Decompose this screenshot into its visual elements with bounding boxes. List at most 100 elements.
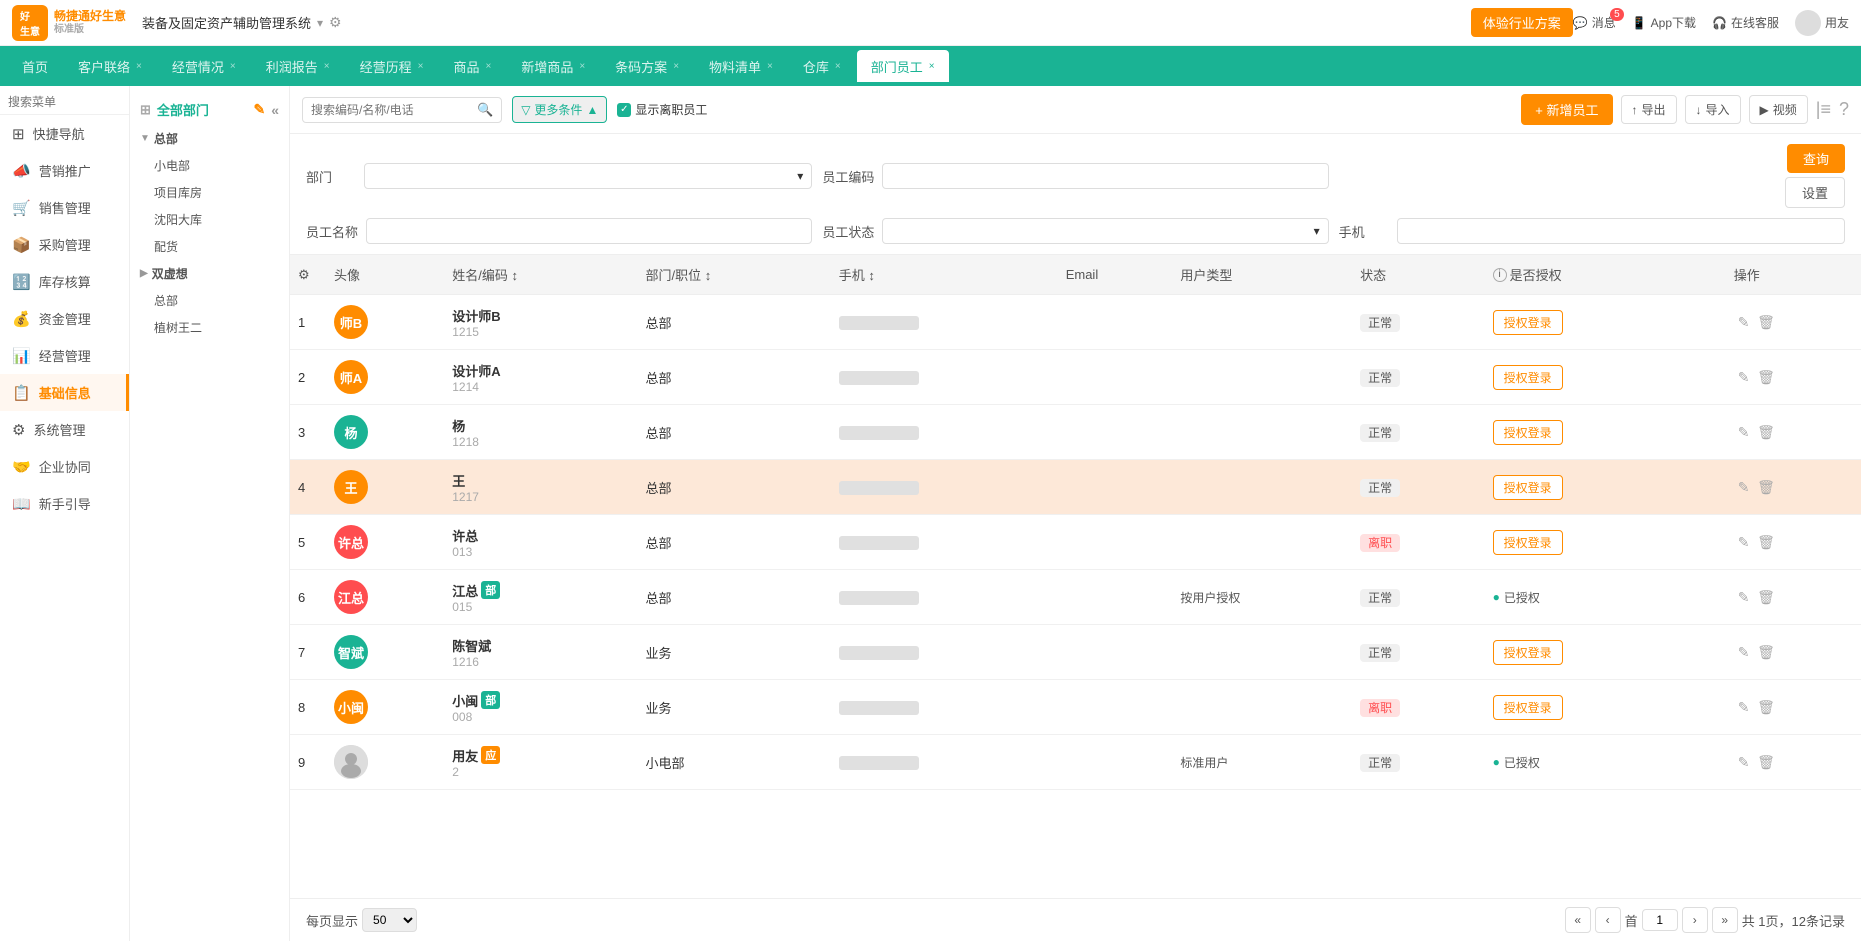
col-settings[interactable]: ⚙ — [290, 255, 326, 295]
auth-button[interactable]: 授权登录 — [1493, 365, 1563, 390]
sidebar-item-operations[interactable]: 📊经营管理 — [0, 337, 129, 374]
delete-button[interactable]: 🗑 — [1757, 534, 1775, 550]
export-button[interactable]: ↑ 导出 — [1621, 95, 1677, 124]
prev-page-button[interactable]: ‹ — [1595, 907, 1621, 933]
edit-button[interactable]: ✎ — [1738, 644, 1750, 660]
dept-edit-icon[interactable]: ✎ — [253, 101, 265, 118]
page-number-input[interactable] — [1642, 909, 1678, 931]
all-dept-label[interactable]: 全部部门 — [157, 100, 248, 119]
tab-close-icon[interactable]: × — [767, 61, 773, 72]
nav-tab-条码方案[interactable]: 条码方案× — [601, 50, 693, 82]
auth-button[interactable]: 授权登录 — [1493, 530, 1563, 555]
nav-tab-首页[interactable]: 首页 — [8, 50, 62, 82]
dept-node-peihuo[interactable]: 配货 — [130, 233, 289, 260]
empname-filter-input[interactable] — [366, 218, 812, 244]
gear-icon[interactable]: ⚙ — [329, 14, 342, 31]
edit-button[interactable]: ✎ — [1738, 424, 1750, 440]
dept-node-shenyang[interactable]: 沈阳大库 — [130, 206, 289, 233]
tab-close-icon[interactable]: × — [324, 61, 330, 72]
nav-tab-利润报告[interactable]: 利润报告× — [252, 50, 344, 82]
sidebar-item-purchase[interactable]: 📦采购管理 — [0, 226, 129, 263]
setting-button[interactable]: 设置 — [1785, 177, 1845, 208]
user-item[interactable]: 用友 — [1795, 10, 1849, 36]
import-button[interactable]: ↓ 导入 — [1685, 95, 1741, 124]
page-size-select[interactable]: 50 100 200 — [362, 908, 417, 932]
delete-button[interactable]: 🗑 — [1757, 754, 1775, 770]
delete-button[interactable]: 🗑 — [1757, 699, 1775, 715]
edit-button[interactable]: ✎ — [1738, 754, 1750, 770]
tab-close-icon[interactable]: × — [485, 61, 491, 72]
dropdown-arrow-icon[interactable]: ▾ — [317, 16, 323, 30]
nav-tab-经营历程[interactable]: 经营历程× — [346, 50, 438, 82]
auth-button[interactable]: 授权登录 — [1493, 310, 1563, 335]
sidebar-search-input[interactable] — [8, 95, 130, 109]
edit-button[interactable]: ✎ — [1738, 699, 1750, 715]
sidebar-item-marketing[interactable]: 📣营销推广 — [0, 152, 129, 189]
sidebar-item-guide[interactable]: 📖新手引导 — [0, 485, 129, 522]
nav-tab-商品[interactable]: 商品× — [439, 50, 505, 82]
nav-tab-经营情况[interactable]: 经营情况× — [158, 50, 250, 82]
col-phone[interactable]: 手机 ↕ — [831, 255, 1058, 295]
dept-filter-select[interactable]: ▾ — [364, 163, 812, 189]
auth-button[interactable]: 授权登录 — [1493, 640, 1563, 665]
search-input[interactable] — [311, 103, 471, 117]
edit-button[interactable]: ✎ — [1738, 369, 1750, 385]
first-page-button[interactable]: « — [1565, 907, 1591, 933]
dept-node-zhishu[interactable]: 植树王二 — [130, 314, 289, 341]
column-settings-icon[interactable]: |≡ — [1816, 99, 1831, 120]
delete-button[interactable]: 🗑 — [1757, 479, 1775, 495]
dept-collapse-icon[interactable]: « — [271, 102, 279, 118]
nav-tab-物料清单[interactable]: 物料清单× — [695, 50, 787, 82]
next-page-button[interactable]: › — [1682, 907, 1708, 933]
empcode-filter-input[interactable] — [882, 163, 1328, 189]
sidebar-item-inventory[interactable]: 🔢库存核算 — [0, 263, 129, 300]
delete-button[interactable]: 🗑 — [1757, 424, 1775, 440]
experience-button[interactable]: 体验行业方案 — [1471, 8, 1573, 37]
app-download-item[interactable]: 📱 App下载 — [1632, 14, 1696, 31]
more-conditions-button[interactable]: ▽ 更多条件 ▲ — [512, 96, 607, 123]
message-item[interactable]: 💬 消息 5 — [1573, 14, 1616, 31]
sidebar-item-basic[interactable]: 📋基础信息 — [0, 374, 129, 411]
dept-node-xiaodianbu[interactable]: 小电部 — [130, 152, 289, 179]
auth-button[interactable]: 授权登录 — [1493, 475, 1563, 500]
edit-button[interactable]: ✎ — [1738, 314, 1750, 330]
sidebar-item-system[interactable]: ⚙系统管理 — [0, 411, 129, 448]
tab-close-icon[interactable]: × — [418, 61, 424, 72]
sidebar-item-sales[interactable]: 🛒销售管理 — [0, 189, 129, 226]
auth-button[interactable]: 授权登录 — [1493, 695, 1563, 720]
delete-button[interactable]: 🗑 — [1757, 644, 1775, 660]
dept-node-shuangxuxiang[interactable]: ▶ 双虚想 — [130, 260, 289, 287]
auth-button[interactable]: 授权登录 — [1493, 420, 1563, 445]
nav-tab-客户联络[interactable]: 客户联络× — [64, 50, 156, 82]
tab-close-icon[interactable]: × — [579, 61, 585, 72]
tab-close-icon[interactable]: × — [230, 61, 236, 72]
last-page-button[interactable]: » — [1712, 907, 1738, 933]
edit-button[interactable]: ✎ — [1738, 589, 1750, 605]
edit-button[interactable]: ✎ — [1738, 479, 1750, 495]
show-resigned-toggle[interactable]: ✓ 显示离职员工 — [617, 101, 707, 118]
tab-close-icon[interactable]: × — [929, 61, 935, 72]
nav-tab-仓库[interactable]: 仓库× — [789, 50, 855, 82]
tab-close-icon[interactable]: × — [835, 61, 841, 72]
nav-tab-部门员工[interactable]: 部门员工× — [857, 50, 949, 82]
online-service-item[interactable]: 🎧 在线客服 — [1712, 14, 1779, 31]
col-name[interactable]: 姓名/编码 ↕ — [444, 255, 637, 295]
delete-button[interactable]: 🗑 — [1757, 589, 1775, 605]
dept-node-zongbu2[interactable]: 总部 — [130, 287, 289, 314]
video-button[interactable]: ▶ 视频 — [1749, 95, 1808, 124]
nav-tab-新增商品[interactable]: 新增商品× — [507, 50, 599, 82]
delete-button[interactable]: 🗑 — [1757, 314, 1775, 330]
tab-close-icon[interactable]: × — [673, 61, 679, 72]
tab-close-icon[interactable]: × — [136, 61, 142, 72]
sidebar-item-enterprise[interactable]: 🤝企业协同 — [0, 448, 129, 485]
sidebar-item-finance[interactable]: 💰资金管理 — [0, 300, 129, 337]
dept-node-xiangmu[interactable]: 项目库房 — [130, 179, 289, 206]
sidebar-item-quick-nav[interactable]: ⊞快捷导航 — [0, 115, 129, 152]
help-icon[interactable]: ? — [1839, 99, 1849, 120]
col-dept[interactable]: 部门/职位 ↕ — [637, 255, 830, 295]
dept-node-zongbu[interactable]: ▼ 总部 — [130, 125, 289, 152]
add-employee-button[interactable]: + 新增员工 — [1521, 94, 1612, 125]
search-button[interactable]: 查询 — [1787, 144, 1845, 173]
edit-button[interactable]: ✎ — [1738, 534, 1750, 550]
delete-button[interactable]: 🗑 — [1757, 369, 1775, 385]
